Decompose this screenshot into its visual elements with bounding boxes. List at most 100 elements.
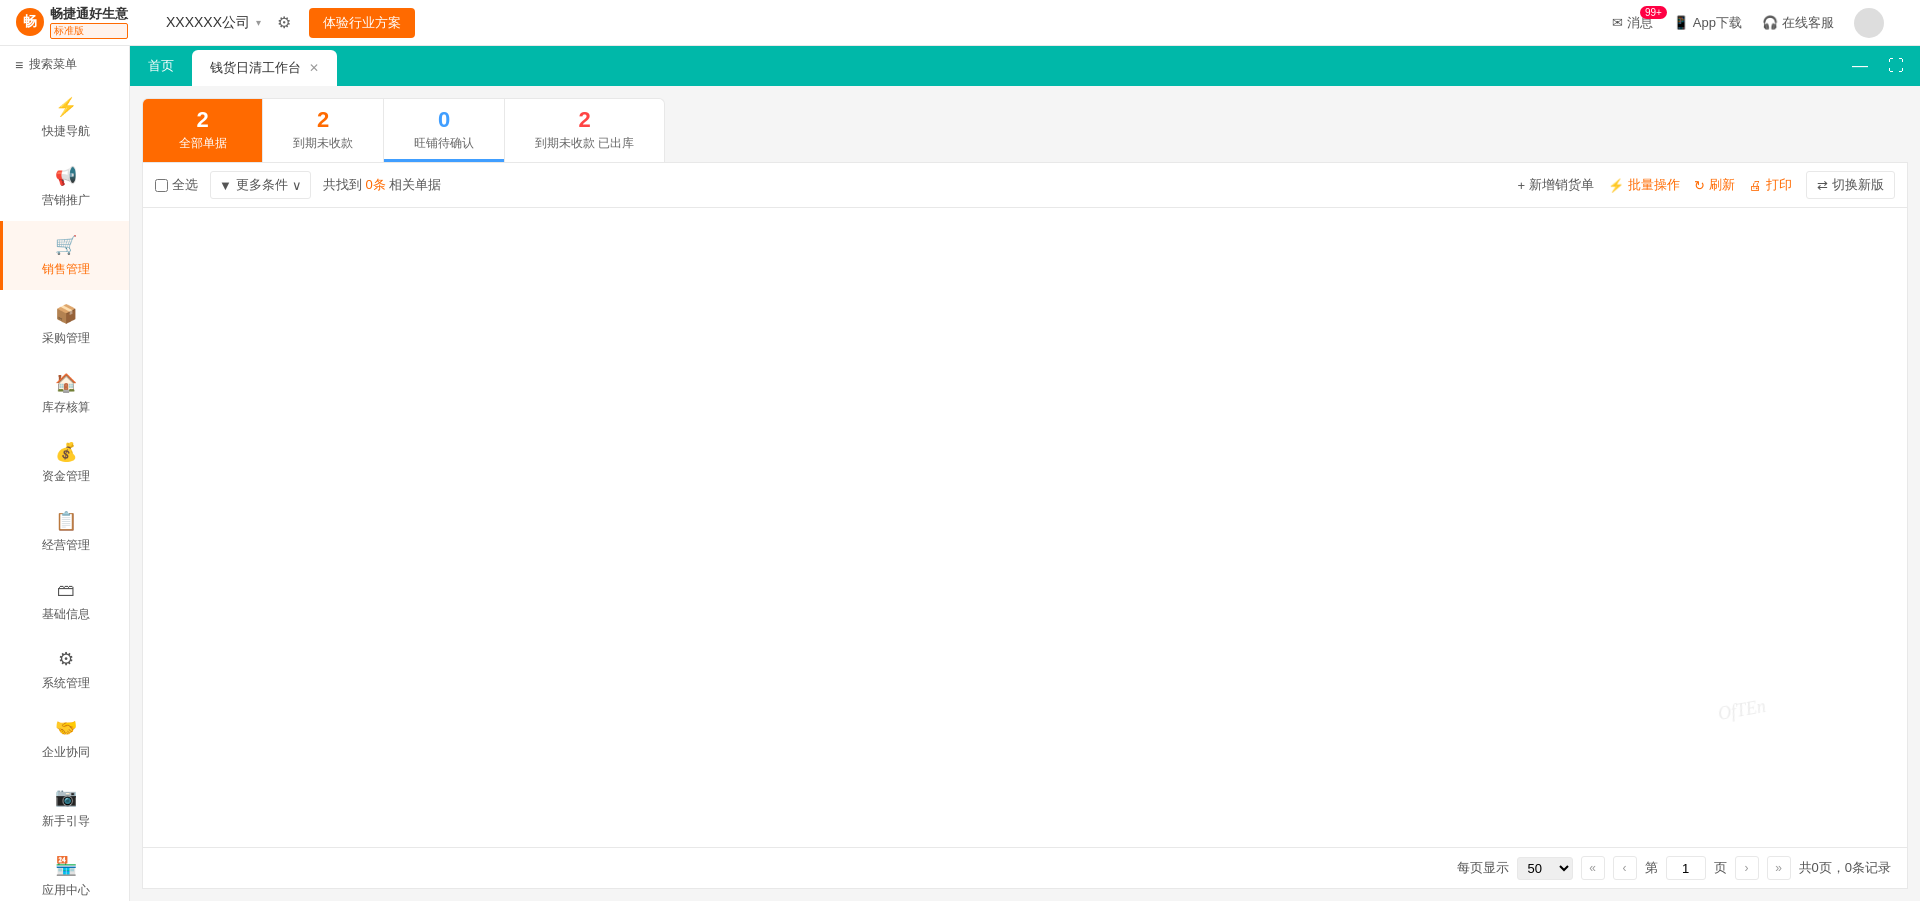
sidebar-basic-label: 基础信息 [42,606,90,623]
headset-icon: 🎧 [1762,15,1778,30]
tab-close-icon[interactable]: ✕ [309,61,319,75]
company-selector[interactable]: XXXXXX公司 ▾ [166,14,261,32]
sidebar-item-sales[interactable]: 🛒 销售管理 [0,221,129,290]
add-label: 新增销货单 [1529,176,1594,194]
sidebar-item-basic[interactable]: 🗃 基础信息 [0,566,129,635]
sidebar-item-guide[interactable]: 📷 新手引导 [0,773,129,842]
stat-tab-overdue[interactable]: 2 到期未收款 [263,99,384,162]
sidebar-item-app-center[interactable]: 🏪 应用中心 [0,842,129,901]
company-name: XXXXXX公司 [166,14,250,32]
stat-overdue-count: 2 [317,109,329,131]
sidebar-item-enterprise[interactable]: 🤝 企业协同 [0,704,129,773]
sidebar-purchase-label: 采购管理 [42,330,90,347]
switch-label: 切换新版 [1832,176,1884,194]
sidebar-finance-label: 资金管理 [42,468,90,485]
next-page-button[interactable]: › [1735,856,1759,880]
message-icon: ✉ [1612,15,1623,30]
trial-button[interactable]: 体验行业方案 [309,8,415,38]
select-all-checkbox[interactable]: 全选 [155,176,198,194]
tab-home-label: 首页 [148,57,174,75]
tab-bar-actions: — ⛶ [1846,52,1920,80]
print-label: 打印 [1766,176,1792,194]
total-info: 共0页，0条记录 [1799,859,1891,877]
search-icon: ≡ [15,57,23,73]
sidebar-system-label: 系统管理 [42,675,90,692]
sidebar-item-marketing[interactable]: 📢 营销推广 [0,152,129,221]
tab-minimize-button[interactable]: — [1846,52,1874,80]
chevron-filter-icon: ∨ [292,178,302,193]
sidebar-quick-nav-label: 快捷导航 [42,123,90,140]
settings-button[interactable]: ⚙ [269,8,299,38]
sidebar-inventory-label: 库存核算 [42,399,90,416]
sales-icon: 🛒 [54,233,78,257]
found-count: 0条 [366,177,386,192]
select-all-label: 全选 [172,176,198,194]
first-page-button[interactable]: « [1581,856,1605,880]
enterprise-icon: 🤝 [54,716,78,740]
checkbox-input[interactable] [155,179,168,192]
stat-pending-count: 0 [438,109,450,131]
stat-tab-shipped[interactable]: 2 到期未收款 已出库 [505,99,664,162]
sidebar-item-quick-nav[interactable]: ⚡ 快捷导航 [0,83,129,152]
message-button[interactable]: ✉ 消息 99+ [1612,14,1653,32]
sidebar-marketing-label: 营销推广 [42,192,90,209]
sidebar-search-label: 搜索菜单 [29,56,77,73]
logo-title: 畅捷通好生意 [50,6,128,23]
stat-pending-underline [384,159,504,162]
phone-icon: 📱 [1673,15,1689,30]
purchase-icon: 📦 [54,302,78,326]
sidebar: ≡ 搜索菜单 ⚡ 快捷导航 📢 营销推广 🛒 销售管理 📦 采购管理 🏠 库存核… [0,46,130,901]
app-center-icon: 🏪 [54,854,78,878]
logo-icon: 畅 [16,8,44,36]
tab-bar: 首页 钱货日清工作台 ✕ — ⛶ [130,46,1920,86]
stat-tab-all[interactable]: 2 全部单据 [143,99,263,162]
main-layout: ≡ 搜索菜单 ⚡ 快捷导航 📢 营销推广 🛒 销售管理 📦 采购管理 🏠 库存核… [0,46,1920,901]
tab-workbench[interactable]: 钱货日清工作台 ✕ [192,50,337,86]
stat-tab-pending[interactable]: 0 旺铺待确认 [384,99,505,162]
refresh-button[interactable]: ↻ 刷新 [1694,176,1735,194]
page-size-select[interactable]: 50 100 200 [1517,857,1573,880]
toolbar: 全选 ▼ 更多条件 ∨ 共找到 0条 相关单据 + 新增销货单 [142,162,1908,208]
last-page-button[interactable]: » [1767,856,1791,880]
sidebar-item-operation[interactable]: 📋 经营管理 [0,497,129,566]
batch-operation-button[interactable]: ⚡ 批量操作 [1608,176,1680,194]
switch-version-button[interactable]: ⇄ 切换新版 [1806,171,1895,199]
online-service-button[interactable]: 🎧 在线客服 [1762,14,1834,32]
filter-button[interactable]: ▼ 更多条件 ∨ [210,171,311,199]
sidebar-item-search[interactable]: ≡ 搜索菜单 [0,46,129,83]
tab-maximize-button[interactable]: ⛶ [1882,52,1910,80]
page-suffix: 页 [1714,859,1727,877]
add-order-button[interactable]: + 新增销货单 [1517,176,1594,194]
system-icon: ⚙ [54,647,78,671]
found-suffix: 相关单据 [389,177,441,192]
sidebar-item-finance[interactable]: 💰 资金管理 [0,428,129,497]
sidebar-enterprise-label: 企业协同 [42,744,90,761]
logo-area: 畅 畅捷通好生意 标准版 [16,6,146,39]
found-text: 共找到 0条 相关单据 [323,176,441,194]
batch-label: 批量操作 [1628,176,1680,194]
app-download-button[interactable]: 📱 App下载 [1673,14,1742,32]
inventory-icon: 🏠 [54,371,78,395]
guide-icon: 📷 [54,785,78,809]
print-button[interactable]: 🖨 打印 [1749,176,1792,194]
page-content: 2 全部单据 2 到期未收款 0 旺铺待确认 2 到期未收款 已出库 [130,86,1920,901]
online-service-label: 在线客服 [1782,14,1834,32]
table-area [142,208,1908,848]
sidebar-item-inventory[interactable]: 🏠 库存核算 [0,359,129,428]
sidebar-item-purchase[interactable]: 📦 采购管理 [0,290,129,359]
app-download-label: App下载 [1693,14,1742,32]
message-badge: 99+ [1640,6,1667,19]
found-prefix: 共找到 [323,177,362,192]
sidebar-item-system[interactable]: ⚙ 系统管理 [0,635,129,704]
page-input[interactable] [1666,856,1706,880]
operation-icon: 📋 [54,509,78,533]
pagination-bar: 每页显示 50 100 200 « ‹ 第 页 › » 共0页，0条记录 [142,848,1908,889]
header-right: ✉ 消息 99+ 📱 App下载 🎧 在线客服 [1612,8,1904,38]
stat-all-count: 2 [196,109,208,131]
prev-page-button[interactable]: ‹ [1613,856,1637,880]
tab-home[interactable]: 首页 [130,46,192,86]
logo-badge: 标准版 [50,23,128,39]
avatar[interactable] [1854,8,1884,38]
filter-label: 更多条件 [236,176,288,194]
tab-workbench-label: 钱货日清工作台 [210,59,301,77]
